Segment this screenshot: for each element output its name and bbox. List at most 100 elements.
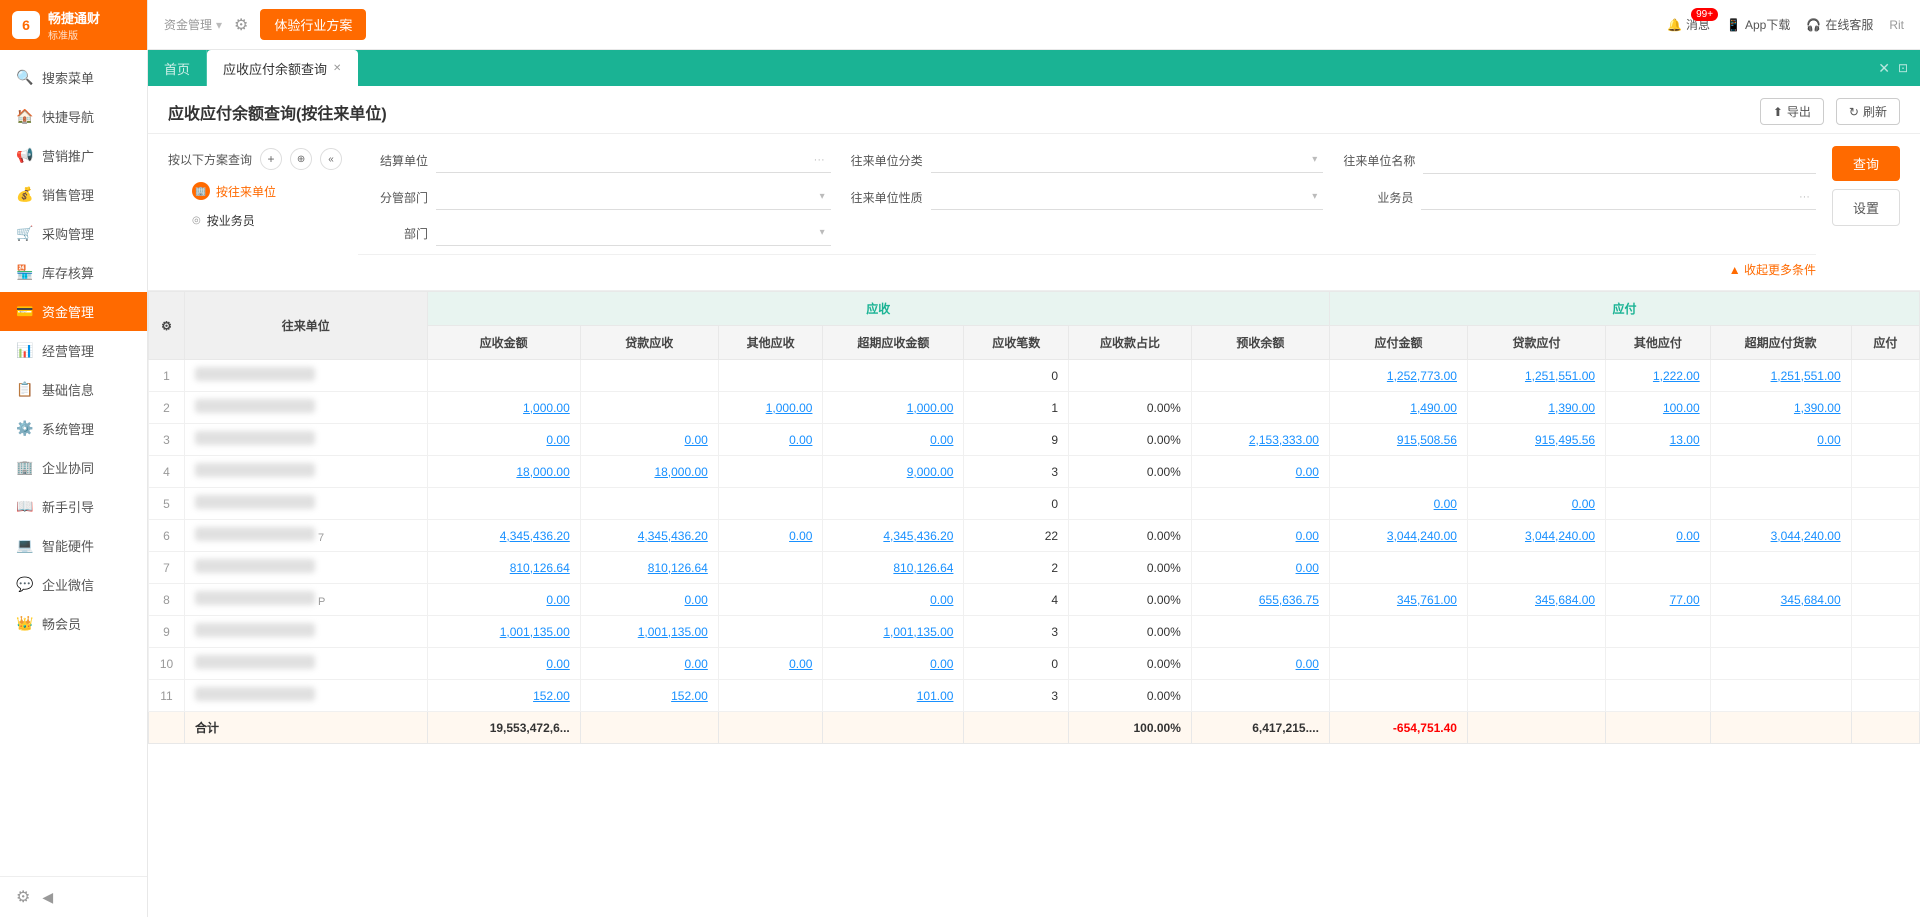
cell-link[interactable]: 0.00 (546, 433, 569, 447)
sidebar-item-corp[interactable]: 🏢 企业协同 (0, 448, 147, 487)
cell-unit-name[interactable]: 7 (185, 520, 428, 552)
cell-link[interactable]: 0.00 (546, 657, 569, 671)
solution-button[interactable]: 体验行业方案 (260, 9, 366, 40)
settings-top-icon[interactable]: ⚙ (234, 15, 248, 35)
cell-link[interactable]: 655,636.75 (1259, 593, 1319, 607)
tab-expand-icon[interactable]: ⊡ (1898, 61, 1908, 75)
sidebar-item-quick-nav[interactable]: 🏠 快捷导航 (0, 97, 147, 136)
filter-back-button[interactable]: « (320, 148, 342, 170)
table-settings-icon[interactable]: ⚙ (161, 319, 172, 333)
cell-link[interactable]: 1,000.00 (766, 401, 813, 415)
cell-link[interactable]: 0.00 (930, 657, 953, 671)
cell-link[interactable]: 0.00 (789, 657, 812, 671)
cell-link[interactable]: 0.00 (1296, 561, 1319, 575)
cell-link[interactable]: 4,345,436.20 (883, 529, 953, 543)
cell-link[interactable]: 345,761.00 (1397, 593, 1457, 607)
cell-link[interactable]: 1,490.00 (1410, 401, 1457, 415)
cell-link[interactable]: 1,390.00 (1548, 401, 1595, 415)
cell-link[interactable]: 9,000.00 (907, 465, 954, 479)
online-service-button[interactable]: 🎧 在线客服 (1806, 16, 1873, 33)
cell-link[interactable]: 0.00 (1296, 657, 1319, 671)
sidebar-item-purchase[interactable]: 🛒 采购管理 (0, 214, 147, 253)
cell-link[interactable]: 1,000.00 (523, 401, 570, 415)
cell-link[interactable]: 77.00 (1670, 593, 1700, 607)
cell-unit-name[interactable] (185, 360, 428, 392)
filter-input-salesman[interactable]: ··· (1421, 184, 1816, 210)
tab-close-window-icon[interactable]: ✕ (1878, 60, 1890, 77)
app-download-button[interactable]: 📱 App下载 (1726, 16, 1790, 33)
cell-link[interactable]: 3,044,240.00 (1387, 529, 1457, 543)
sidebar-item-member[interactable]: 👑 畅会员 (0, 604, 147, 643)
cell-unit-name[interactable] (185, 424, 428, 456)
filter-select-unit-category[interactable]: ▾ (931, 147, 1324, 173)
filter-input-settle-unit[interactable]: ··· (436, 147, 831, 173)
cell-link[interactable]: 0.00 (684, 657, 707, 671)
cell-link[interactable]: 0.00 (1296, 465, 1319, 479)
cell-link[interactable]: 1,001,135.00 (883, 625, 953, 639)
cell-link[interactable]: 1,251,551.00 (1525, 369, 1595, 383)
filter-select-unit-nature[interactable]: ▾ (931, 184, 1324, 210)
filter-input-unit-name[interactable] (1423, 146, 1816, 174)
cell-link[interactable]: 4,345,436.20 (500, 529, 570, 543)
refresh-button[interactable]: ↻ 刷新 (1836, 98, 1900, 125)
cell-unit-name[interactable] (185, 392, 428, 424)
cell-link[interactable]: 915,495.56 (1535, 433, 1595, 447)
cell-link[interactable]: 810,126.64 (893, 561, 953, 575)
cell-link[interactable]: 3,044,240.00 (1525, 529, 1595, 543)
cell-link[interactable]: 152.00 (533, 689, 570, 703)
cell-unit-name[interactable] (185, 616, 428, 648)
cell-link[interactable]: 152.00 (671, 689, 708, 703)
sidebar-item-sales[interactable]: 💰 销售管理 (0, 175, 147, 214)
cell-unit-name[interactable] (185, 680, 428, 712)
filter-select-division-dept[interactable]: ▾ (436, 220, 831, 246)
sidebar-item-hardware[interactable]: 💻 智能硬件 (0, 526, 147, 565)
cell-link[interactable]: 0.00 (1572, 497, 1595, 511)
cell-link[interactable]: 18,000.00 (654, 465, 707, 479)
cell-link[interactable]: 2,153,333.00 (1249, 433, 1319, 447)
export-button[interactable]: ⬆ 导出 (1760, 98, 1824, 125)
cell-unit-name[interactable] (185, 648, 428, 680)
sidebar-item-basic[interactable]: 📋 基础信息 (0, 370, 147, 409)
filter-collapse-button[interactable]: ▲ 收起更多条件 (358, 254, 1816, 278)
sidebar-item-search[interactable]: 🔍 搜索菜单 (0, 58, 147, 97)
cell-link[interactable]: 1,001,135.00 (638, 625, 708, 639)
cell-link[interactable]: 0.00 (684, 593, 707, 607)
sidebar-item-operation[interactable]: 📊 经营管理 (0, 331, 147, 370)
cell-link[interactable]: 100.00 (1663, 401, 1700, 415)
cell-link[interactable]: 1,001,135.00 (500, 625, 570, 639)
sidebar-item-wechat[interactable]: 💬 企业微信 (0, 565, 147, 604)
sidebar-item-inventory[interactable]: 🏪 库存核算 (0, 253, 147, 292)
cell-link[interactable]: 1,390.00 (1794, 401, 1841, 415)
cell-link[interactable]: 0.00 (1296, 529, 1319, 543)
cell-link[interactable]: 0.00 (684, 433, 707, 447)
cell-unit-name[interactable]: P (185, 584, 428, 616)
cell-link[interactable]: 1,252,773.00 (1387, 369, 1457, 383)
sidebar-item-system[interactable]: ⚙️ 系统管理 (0, 409, 147, 448)
cell-unit-name[interactable] (185, 456, 428, 488)
cell-link[interactable]: 345,684.00 (1535, 593, 1595, 607)
cell-link[interactable]: 0.00 (1676, 529, 1699, 543)
filter-settings-button[interactable]: ⊕ (290, 148, 312, 170)
tab-ar-ap[interactable]: 应收应付余额查询 ✕ (207, 50, 358, 86)
query-option-salesman[interactable]: ◎ 按业务员 (184, 208, 342, 233)
filter-select-dept[interactable]: ▾ (436, 184, 831, 210)
cell-link[interactable]: 0.00 (1817, 433, 1840, 447)
cell-link[interactable]: 0.00 (1434, 497, 1457, 511)
tab-home[interactable]: 首页 (148, 50, 207, 86)
collapse-sidebar-icon[interactable]: ◀ (42, 889, 53, 906)
messages-button[interactable]: 🔔 消息 99+ (1667, 16, 1710, 33)
settings-bottom-icon[interactable]: ⚙ (16, 887, 30, 907)
cell-unit-name[interactable] (185, 488, 428, 520)
cell-link[interactable]: 345,684.00 (1781, 593, 1841, 607)
tab-close-icon[interactable]: ✕ (333, 63, 341, 74)
cell-unit-name[interactable] (185, 552, 428, 584)
sidebar-item-guide[interactable]: 📖 新手引导 (0, 487, 147, 526)
cell-link[interactable]: 1,222.00 (1653, 369, 1700, 383)
cell-link[interactable]: 0.00 (546, 593, 569, 607)
sidebar-item-fund[interactable]: 💳 资金管理 (0, 292, 147, 331)
cell-link[interactable]: 1,000.00 (907, 401, 954, 415)
cell-link[interactable]: 13.00 (1670, 433, 1700, 447)
cell-link[interactable]: 0.00 (930, 593, 953, 607)
query-option-unit[interactable]: 🏢 按往来单位 (184, 178, 342, 204)
cell-link[interactable]: 101.00 (917, 689, 954, 703)
